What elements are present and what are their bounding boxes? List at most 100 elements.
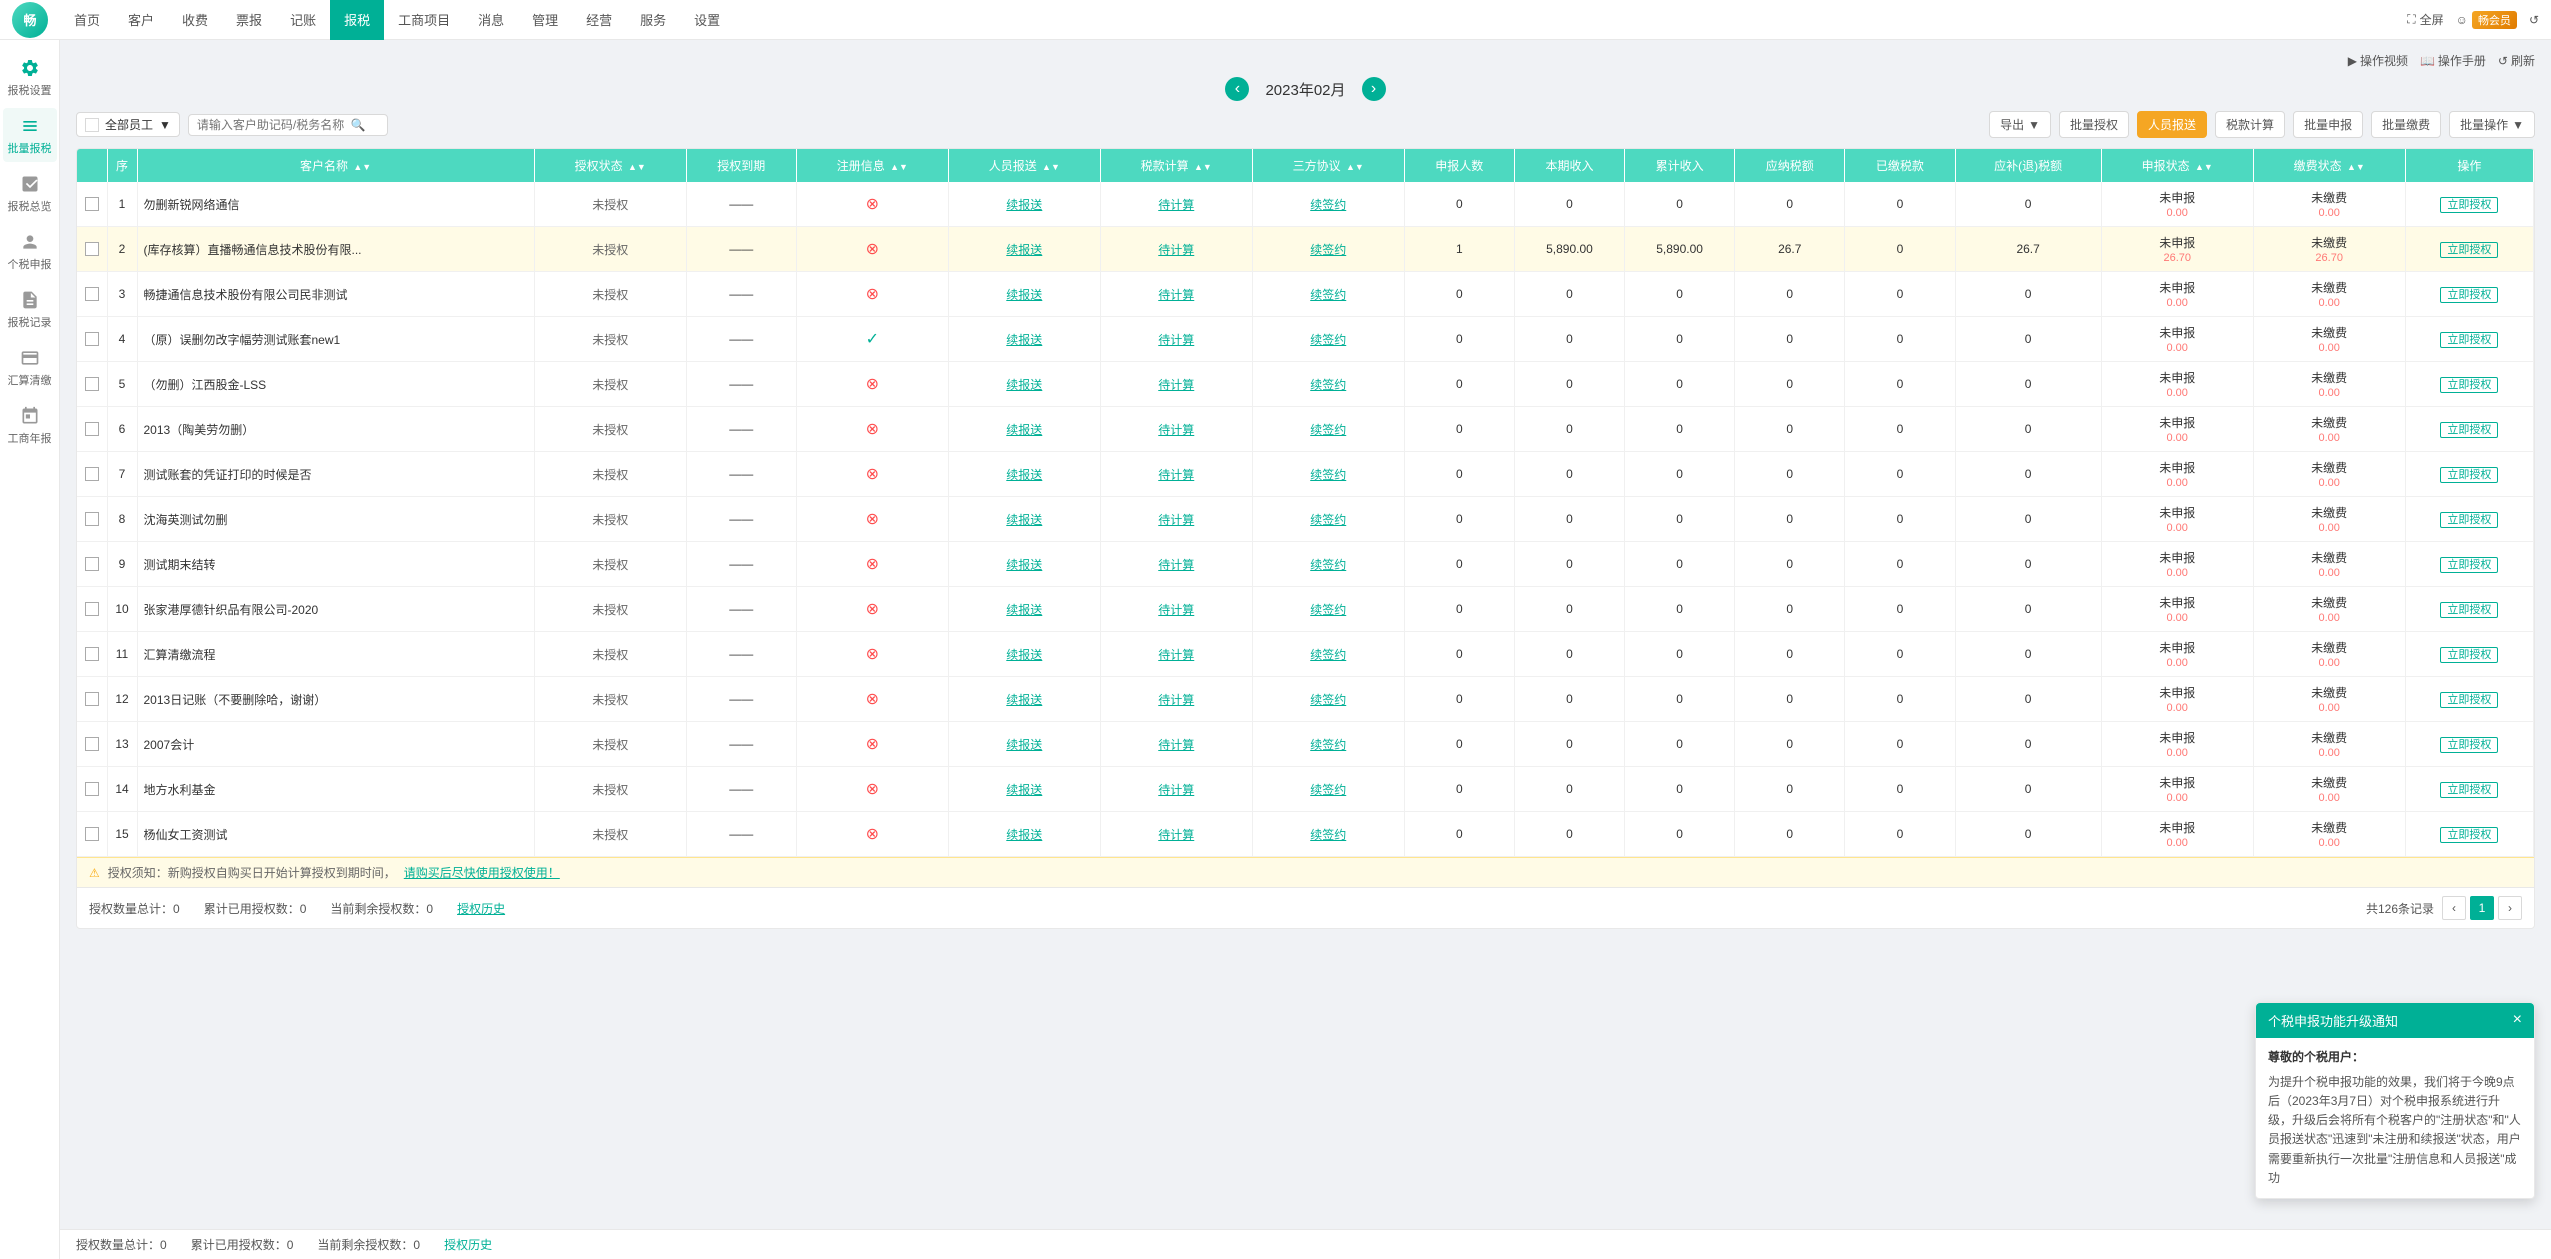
row-tax-calc[interactable]: 待计算 [1100, 272, 1252, 317]
row-tax-calc[interactable]: 待计算 [1100, 677, 1252, 722]
row-personnel[interactable]: 续报送 [948, 362, 1100, 407]
row-personnel[interactable]: 续报送 [948, 272, 1100, 317]
row-action-btn[interactable]: 立即授权 [2440, 692, 2498, 708]
row-reg-info[interactable]: ⊗ [796, 542, 948, 587]
row-checkbox[interactable] [85, 467, 99, 481]
row-name[interactable]: 张家港厚德针织品有限公司-2020 [137, 587, 534, 632]
sidebar-item-annual[interactable]: 工商年报 [3, 398, 57, 452]
row-checkbox[interactable] [85, 512, 99, 526]
row-tax-calc[interactable]: 待计算 [1100, 452, 1252, 497]
row-tax-calc[interactable]: 待计算 [1100, 767, 1252, 812]
row-tri-party[interactable]: 续签约 [1252, 677, 1404, 722]
row-tri-party[interactable]: 续签约 [1252, 812, 1404, 857]
prev-page-btn[interactable]: ‹ [2442, 896, 2466, 920]
auth-history-bottom-link[interactable]: 授权历史 [444, 1236, 492, 1253]
next-month-btn[interactable] [1362, 77, 1386, 101]
th-reg-info[interactable]: 注册信息 ▲▼ [796, 149, 948, 182]
row-name[interactable]: 测试期末结转 [137, 542, 534, 587]
row-personnel[interactable]: 续报送 [948, 677, 1100, 722]
row-name[interactable]: 畅捷通信息技术股份有限公司民非测试 [137, 272, 534, 317]
sidebar-item-personal[interactable]: 个税申报 [3, 224, 57, 278]
row-name[interactable]: 地方水利基金 [137, 767, 534, 812]
row-name[interactable]: 测试账套的凭证打印的时候是否 [137, 452, 534, 497]
row-tax-calc[interactable]: 待计算 [1100, 362, 1252, 407]
row-personnel[interactable]: 续报送 [948, 722, 1100, 767]
row-tax-calc[interactable]: 待计算 [1100, 317, 1252, 362]
header-checkbox[interactable] [85, 159, 99, 173]
row-checkbox[interactable] [85, 242, 99, 256]
row-action-btn[interactable]: 立即授权 [2440, 197, 2498, 213]
nav-message[interactable]: 消息 [464, 0, 518, 40]
prev-month-btn[interactable] [1225, 77, 1249, 101]
batch-fee-btn[interactable]: 批量缴费 [2371, 111, 2441, 138]
fullscreen-btn[interactable]: ⛶ 全屏 [2407, 11, 2443, 28]
row-checkbox[interactable] [85, 737, 99, 751]
row-personnel[interactable]: 续报送 [948, 632, 1100, 677]
row-checkbox[interactable] [85, 377, 99, 391]
row-reg-info[interactable]: ⊗ [796, 722, 948, 767]
row-checkbox[interactable] [85, 287, 99, 301]
row-personnel[interactable]: 续报送 [948, 317, 1100, 362]
sidebar-item-settle[interactable]: 汇算清缴 [3, 340, 57, 394]
nav-home[interactable]: 首页 [60, 0, 114, 40]
row-name[interactable]: 2013日记账（不要删除哈，谢谢） [137, 677, 534, 722]
row-checkbox[interactable] [85, 602, 99, 616]
row-tax-calc[interactable]: 待计算 [1100, 497, 1252, 542]
row-tri-party[interactable]: 续签约 [1252, 272, 1404, 317]
row-tri-party[interactable]: 续签约 [1252, 587, 1404, 632]
th-name[interactable]: 客户名称 ▲▼ [137, 149, 534, 182]
refresh-btn[interactable]: ↺ [2529, 13, 2539, 27]
nav-tax[interactable]: 报税 [330, 0, 384, 40]
row-reg-info[interactable]: ⊗ [796, 227, 948, 272]
row-tax-calc[interactable]: 待计算 [1100, 227, 1252, 272]
row-tri-party[interactable]: 续签约 [1252, 362, 1404, 407]
row-name[interactable]: （原）误删勿改字幅劳测试账套new1 [137, 317, 534, 362]
nav-manage[interactable]: 管理 [518, 0, 572, 40]
nav-customer[interactable]: 客户 [114, 0, 168, 40]
row-reg-info[interactable]: ⊗ [796, 497, 948, 542]
row-action-btn[interactable]: 立即授权 [2440, 377, 2498, 393]
personnel-submit-btn[interactable]: 人员报送 [2137, 111, 2207, 138]
row-name[interactable]: (库存核算）直播畅通信息技术股份有限... [137, 227, 534, 272]
page-1-btn[interactable]: 1 [2470, 896, 2494, 920]
row-tri-party[interactable]: 续签约 [1252, 497, 1404, 542]
sidebar-item-batch-tax[interactable]: 批量报税 [3, 108, 57, 162]
nav-operation[interactable]: 经营 [572, 0, 626, 40]
row-action-btn[interactable]: 立即授权 [2440, 332, 2498, 348]
row-personnel[interactable]: 续报送 [948, 452, 1100, 497]
row-reg-info[interactable]: ⊗ [796, 812, 948, 857]
search-input[interactable] [197, 118, 347, 132]
nav-accounting[interactable]: 记账 [276, 0, 330, 40]
row-reg-info[interactable]: ⊗ [796, 452, 948, 497]
row-personnel[interactable]: 续报送 [948, 497, 1100, 542]
row-action-btn[interactable]: 立即授权 [2440, 647, 2498, 663]
row-personnel[interactable]: 续报送 [948, 542, 1100, 587]
th-tax-calc[interactable]: 税款计算 ▲▼ [1100, 149, 1252, 182]
row-tax-calc[interactable]: 待计算 [1100, 632, 1252, 677]
row-tax-calc[interactable]: 待计算 [1100, 182, 1252, 227]
batch-ops-btn[interactable]: 批量操作 ▼ [2449, 111, 2535, 138]
row-checkbox[interactable] [85, 827, 99, 841]
row-personnel[interactable]: 续报送 [948, 587, 1100, 632]
filter-checkbox[interactable] [85, 118, 99, 132]
warning-link[interactable]: 请购买后尽快使用授权使用！ [404, 864, 560, 881]
row-reg-info[interactable]: ⊗ [796, 587, 948, 632]
search-icon[interactable]: 🔍 [351, 118, 366, 132]
nav-business[interactable]: 工商项目 [384, 0, 464, 40]
row-personnel[interactable]: 续报送 [948, 407, 1100, 452]
row-checkbox[interactable] [85, 557, 99, 571]
refresh-top-btn[interactable]: ↺ 刷新 [2498, 52, 2535, 69]
row-action-btn[interactable]: 立即授权 [2440, 782, 2498, 798]
manual-btn[interactable]: 📖 操作手册 [2420, 52, 2486, 69]
row-tri-party[interactable]: 续签约 [1252, 227, 1404, 272]
th-auth-exp[interactable]: 授权到期 [686, 149, 796, 182]
nav-service[interactable]: 服务 [626, 0, 680, 40]
row-name[interactable]: 2013（陶美劳勿删） [137, 407, 534, 452]
row-reg-info[interactable]: ⊗ [796, 407, 948, 452]
sidebar-item-tax-settings[interactable]: 报税设置 [3, 50, 57, 104]
row-personnel[interactable]: 续报送 [948, 227, 1100, 272]
th-tri-party[interactable]: 三方协议 ▲▼ [1252, 149, 1404, 182]
row-tri-party[interactable]: 续签约 [1252, 767, 1404, 812]
row-name[interactable]: 沈海英测试勿删 [137, 497, 534, 542]
row-reg-info[interactable]: ⊗ [796, 677, 948, 722]
